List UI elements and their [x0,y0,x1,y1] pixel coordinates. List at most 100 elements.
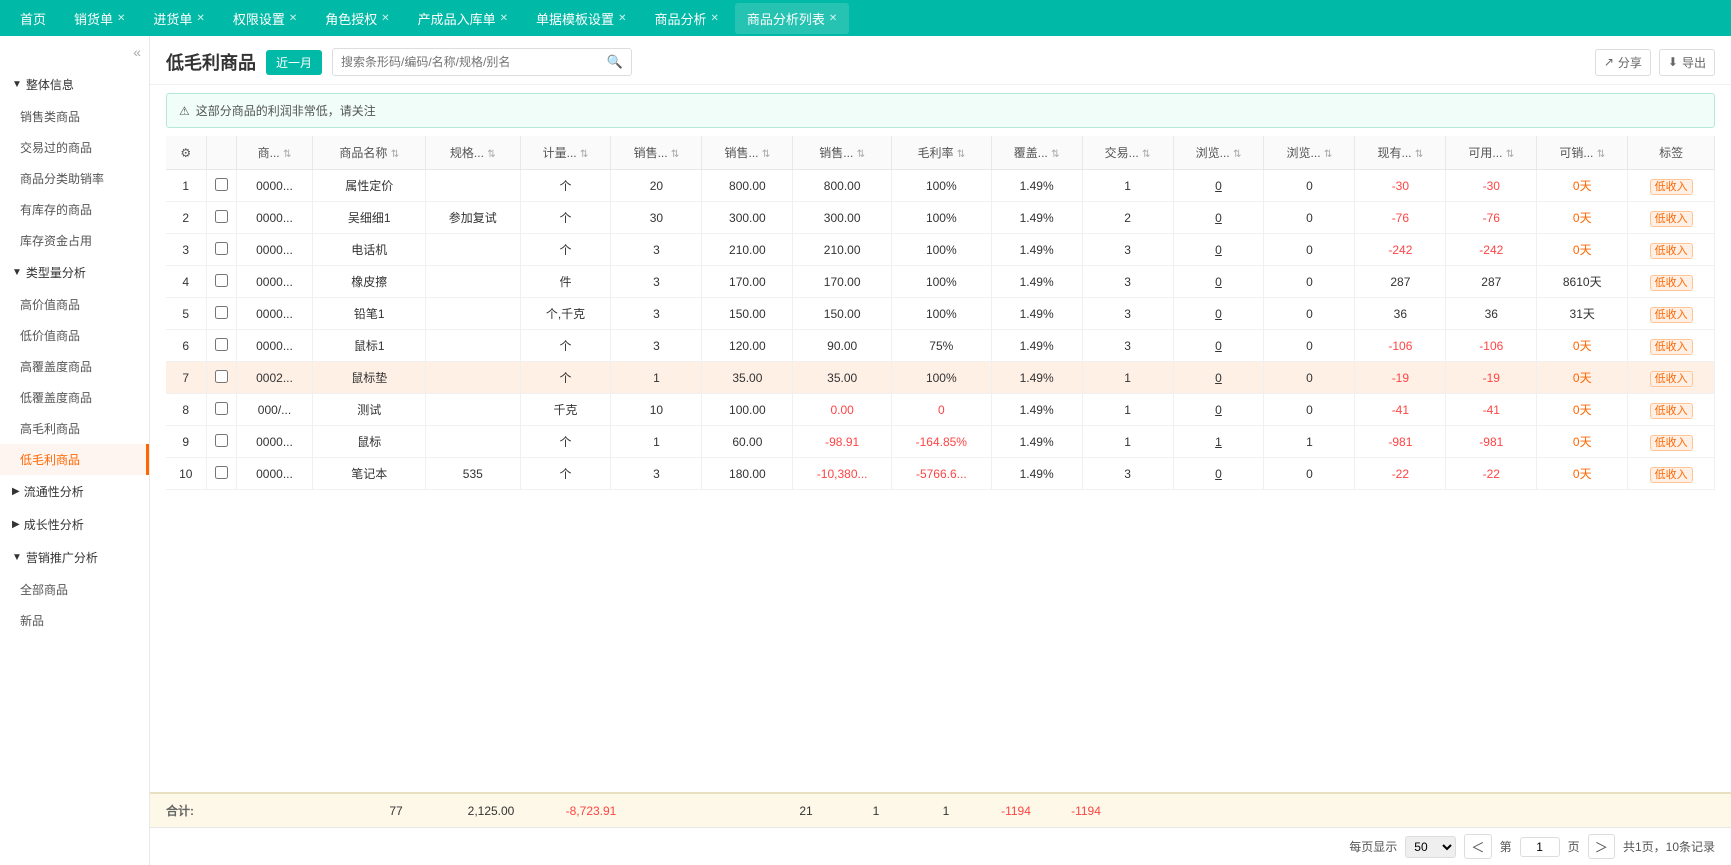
sidebar-item-高覆盖度商品[interactable]: 高覆盖度商品 [0,351,149,382]
sidebar-item-库存资金占用[interactable]: 库存资金占用 [0,225,149,256]
sidebar-item-全部商品[interactable]: 全部商品 [0,574,149,605]
date-filter-button[interactable]: 近一月 [266,50,322,75]
nav-item-进货单[interactable]: 进货单✕ [141,3,216,34]
page-number-input[interactable] [1520,837,1560,857]
col-header-sales_profit[interactable]: 销售... ⇅ [793,136,892,170]
export-button[interactable]: ⬇ 导出 [1659,49,1715,76]
row-checkbox[interactable] [215,434,228,447]
sidebar-item-低覆盖度商品[interactable]: 低覆盖度商品 [0,382,149,413]
sidebar-item-新品[interactable]: 新品 [0,605,149,636]
sidebar-item-交易过的商品[interactable]: 交易过的商品 [0,132,149,163]
col-header-available[interactable]: 可用... ⇅ [1446,136,1537,170]
product-spec [426,362,520,394]
sidebar-item-有库存的商品[interactable]: 有库存的商品 [0,194,149,225]
current-stock: -41 [1355,394,1446,426]
browse-count-1[interactable]: 0 [1173,394,1264,426]
row-checkbox[interactable] [215,338,228,351]
col-header-browse1[interactable]: 浏览... ⇅ [1173,136,1264,170]
sales-qty: 1 [611,362,702,394]
nav-close-icon[interactable]: ✕ [500,13,508,24]
browse-count-1[interactable]: 0 [1173,362,1264,394]
sidebar-item-高价值商品[interactable]: 高价值商品 [0,289,149,320]
row-checkbox[interactable] [215,274,228,287]
browse-count-1[interactable]: 1 [1173,426,1264,458]
row-checkbox[interactable] [215,370,228,383]
sidebar-collapse-button[interactable]: « [0,36,149,68]
nav-item-角色授权[interactable]: 角色授权✕ [313,3,401,34]
row-checkbox[interactable] [215,306,228,319]
browse-count-1[interactable]: 0 [1173,298,1264,330]
col-header-code[interactable]: 商... ⇅ [236,136,313,170]
nav-item-权限设置[interactable]: 权限设置✕ [221,3,309,34]
product-code: 0000... [236,202,313,234]
sidebar-group-流通性分析[interactable]: ▶流通性分析 [0,475,149,508]
nav-close-icon[interactable]: ✕ [196,13,204,24]
sidebar-item-低毛利商品[interactable]: 低毛利商品 [0,444,149,475]
col-header-transaction[interactable]: 交易... ⇅ [1082,136,1173,170]
browse-count-1[interactable]: 0 [1173,202,1264,234]
table-row: 40000...橡皮擦件3170.00170.00100%1.49%300287… [166,266,1715,298]
nav-item-商品分析[interactable]: 商品分析✕ [642,3,730,34]
col-header-gross_margin[interactable]: 毛利率 ⇅ [891,136,991,170]
nav-item-首页[interactable]: 首页 [8,3,58,34]
browse-count-1[interactable]: 0 [1173,330,1264,362]
row-checkbox[interactable] [215,242,228,255]
nav-close-icon[interactable]: ✕ [289,13,297,24]
prev-page-button[interactable]: ＜ [1464,834,1491,859]
browse-count-1[interactable]: 0 [1173,234,1264,266]
browse-count-1[interactable]: 0 [1173,170,1264,202]
sidebar-group-整体信息[interactable]: ▼整体信息 [0,68,149,101]
nav-item-单据模板设置[interactable]: 单据模板设置✕ [524,3,638,34]
sort-icon: ⇅ [1142,149,1150,160]
product-unit: 个 [520,426,611,458]
product-code: 0000... [236,298,313,330]
sales-profit: 35.00 [793,362,892,394]
browse-count-1[interactable]: 0 [1173,458,1264,490]
next-page-button[interactable]: ＞ [1588,834,1615,859]
col-header-coverage[interactable]: 覆盖... ⇅ [991,136,1082,170]
sidebar-group-arrow-icon: ▼ [12,552,22,563]
row-checkbox[interactable] [215,466,228,479]
sidebar-item-销售类商品[interactable]: 销售类商品 [0,101,149,132]
nav-item-销货单[interactable]: 销货单✕ [62,3,137,34]
sidebar-item-低价值商品[interactable]: 低价值商品 [0,320,149,351]
nav-close-icon[interactable]: ✕ [710,13,718,24]
sidebar-group-营销推广分析[interactable]: ▼营销推广分析 [0,541,149,574]
product-unit: 个,千克 [520,298,611,330]
nav-close-icon[interactable]: ✕ [829,13,837,24]
gross-margin: 100% [891,362,991,394]
col-header-sales_qty[interactable]: 销售... ⇅ [611,136,702,170]
col-header-checkbox [206,136,236,170]
col-header-saleable[interactable]: 可销... ⇅ [1537,136,1628,170]
product-code: 0002... [236,362,313,394]
browse-count-1[interactable]: 0 [1173,266,1264,298]
col-header-name[interactable]: 商品名称 ⇅ [313,136,426,170]
sidebar-item-商品分类助销率[interactable]: 商品分类助销率 [0,163,149,194]
coverage-rate: 1.49% [991,266,1082,298]
sort-icon: ⇅ [391,149,399,160]
nav-close-icon[interactable]: ✕ [117,13,125,24]
nav-close-icon[interactable]: ✕ [618,13,626,24]
nav-item-商品分析列表[interactable]: 商品分析列表✕ [735,3,849,34]
coverage-rate: 1.49% [991,394,1082,426]
col-header-spec[interactable]: 规格... ⇅ [426,136,520,170]
available-stock: -22 [1446,458,1537,490]
nav-item-产成品入库单[interactable]: 产成品入库单✕ [406,3,520,34]
sidebar-group-类型量分析[interactable]: ▼类型量分析 [0,256,149,289]
nav-close-icon[interactable]: ✕ [381,13,389,24]
share-button[interactable]: ↗ 分享 [1595,49,1651,76]
per-page-select[interactable]: 50 100 200 [1405,836,1456,858]
col-header-browse2[interactable]: 浏览... ⇅ [1264,136,1355,170]
product-unit: 个 [520,330,611,362]
row-checkbox[interactable] [215,402,228,415]
col-header-current_stock[interactable]: 现有... ⇅ [1355,136,1446,170]
col-header-settings: ⚙ [166,136,206,170]
sidebar-group-成长性分析[interactable]: ▶成长性分析 [0,508,149,541]
row-checkbox[interactable] [215,210,228,223]
row-checkbox[interactable] [215,178,228,191]
col-header-unit[interactable]: 计量... ⇅ [520,136,611,170]
col-header-sales_amount[interactable]: 销售... ⇅ [702,136,793,170]
sidebar-item-高毛利商品[interactable]: 高毛利商品 [0,413,149,444]
search-input[interactable] [341,55,607,69]
sales-profit: 0.00 [793,394,892,426]
